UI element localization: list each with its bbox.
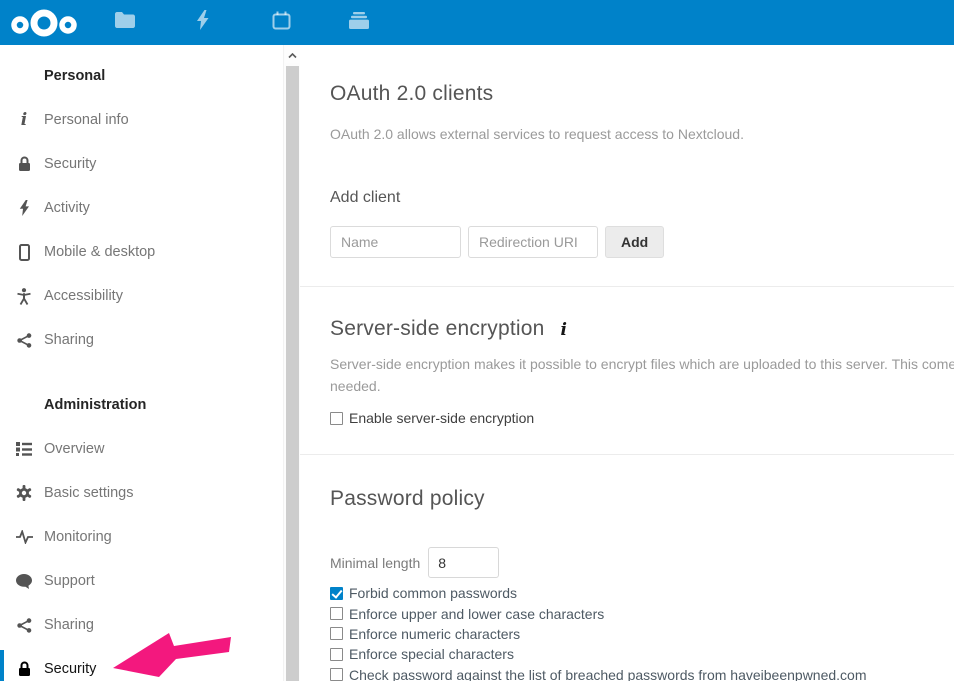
sidebar-item-sharing-admin[interactable]: Sharing <box>0 603 300 647</box>
sidebar-item-accessibility[interactable]: Accessibility <box>0 274 300 318</box>
checkbox-label: Forbid common passwords <box>349 585 517 601</box>
lock-icon <box>15 660 33 678</box>
enforce-numeric-checkbox[interactable] <box>330 627 343 640</box>
sidebar-item-security-personal[interactable]: Security <box>0 142 300 186</box>
nextcloud-settings-window: Personal i Personal info Security Activi… <box>0 0 954 681</box>
client-name-input[interactable] <box>330 226 461 258</box>
enforce-case-row[interactable]: Enforce upper and lower case characters <box>330 603 954 623</box>
sidebar-item-monitoring[interactable]: Monitoring <box>0 515 300 559</box>
lock-icon <box>15 155 33 173</box>
enforce-case-checkbox[interactable] <box>330 607 343 620</box>
sidebar-item-label: Support <box>44 573 95 589</box>
check-breached-checkbox[interactable] <box>330 668 343 681</box>
enable-encryption-checkbox[interactable] <box>330 412 343 425</box>
add-client-heading: Add client <box>330 189 954 207</box>
sidebar-item-label: Mobile & desktop <box>44 244 155 260</box>
sidebar-item-label: Sharing <box>44 617 94 633</box>
enforce-special-row[interactable]: Enforce special characters <box>330 644 954 664</box>
top-header-bar <box>0 0 954 45</box>
checkbox-label: Check password against the list of breac… <box>349 667 867 681</box>
forbid-common-passwords-checkbox[interactable] <box>330 587 343 600</box>
info-icon[interactable]: i <box>561 322 567 339</box>
scrollbar-thumb[interactable] <box>286 66 299 681</box>
encryption-hint-line1: Server-side encryption makes it possible… <box>330 354 954 376</box>
sidebar-item-label: Sharing <box>44 332 94 348</box>
stack-icon <box>349 12 369 34</box>
sidebar-item-basic-settings[interactable]: Basic settings <box>0 471 300 515</box>
oauth-section: OAuth 2.0 clients OAuth 2.0 allows exter… <box>300 45 954 287</box>
nextcloud-logo[interactable] <box>10 3 80 43</box>
list-icon <box>15 440 33 458</box>
activity-app-button[interactable] <box>178 0 228 45</box>
oauth-hint: OAuth 2.0 allows external services to re… <box>330 123 954 145</box>
app-icon-row <box>100 0 384 45</box>
folder-icon <box>115 12 135 33</box>
minimal-length-label: Minimal length <box>330 555 420 571</box>
settings-content: OAuth 2.0 clients OAuth 2.0 allows exter… <box>300 45 954 681</box>
checkbox-label: Enforce special characters <box>349 646 514 662</box>
pulse-icon <box>15 528 33 546</box>
sidebar-item-overview[interactable]: Overview <box>0 427 300 471</box>
chevron-up-icon <box>288 46 297 64</box>
calendar-icon <box>272 11 291 35</box>
settings-sidebar: Personal i Personal info Security Activi… <box>0 45 300 681</box>
gear-icon <box>15 484 33 502</box>
check-breached-row[interactable]: Check password against the list of breac… <box>330 665 954 681</box>
lightning-icon <box>15 199 33 217</box>
lightning-icon <box>196 10 210 35</box>
share-icon <box>15 331 33 349</box>
sidebar-item-activity[interactable]: Activity <box>0 186 300 230</box>
sidebar-item-label: Monitoring <box>44 529 112 545</box>
forbid-common-passwords-row[interactable]: Forbid common passwords <box>330 583 954 603</box>
files-app-button[interactable] <box>100 0 150 45</box>
sidebar-scrollbar[interactable] <box>283 45 300 681</box>
add-client-button[interactable]: Add <box>605 226 664 258</box>
sidebar-item-mobile-desktop[interactable]: Mobile & desktop <box>0 230 300 274</box>
enforce-special-checkbox[interactable] <box>330 648 343 661</box>
sidebar-item-label: Basic settings <box>44 485 133 501</box>
sidebar-item-sharing-personal[interactable]: Sharing <box>0 318 300 362</box>
chat-bubble-icon <box>15 572 33 590</box>
enforce-numeric-row[interactable]: Enforce numeric characters <box>330 624 954 644</box>
sidebar-item-label: Personal info <box>44 112 129 128</box>
scrollbar-up-button[interactable] <box>285 47 300 63</box>
sidebar-item-label: Security <box>44 156 96 172</box>
calendar-app-button[interactable] <box>256 0 306 45</box>
sidebar-item-personal-info[interactable]: i Personal info <box>0 98 300 142</box>
encryption-section: Server-side encryption i Server-side enc… <box>300 287 954 455</box>
encryption-hint-line2: needed. <box>330 376 954 398</box>
share-icon <box>15 616 33 634</box>
sidebar-item-label: Activity <box>44 200 90 216</box>
password-policy-section: Password policy Minimal length Forbid co… <box>300 455 954 681</box>
checkbox-label: Enforce upper and lower case characters <box>349 606 604 622</box>
encryption-title: Server-side encryption <box>330 317 545 341</box>
enable-encryption-label: Enable server-side encryption <box>349 410 534 426</box>
add-client-form: Add <box>330 226 954 258</box>
enable-encryption-checkbox-row[interactable]: Enable server-side encryption <box>330 408 954 428</box>
sidebar-section-personal: Personal <box>0 54 300 98</box>
sidebar-item-label: Accessibility <box>44 288 123 304</box>
sidebar-item-label: Overview <box>44 441 104 457</box>
info-icon: i <box>15 111 33 129</box>
sidebar-item-label: Security <box>44 661 96 677</box>
minimal-length-row: Minimal length <box>330 547 954 578</box>
minimal-length-input[interactable] <box>428 547 499 578</box>
accessibility-icon <box>15 287 33 305</box>
password-policy-title: Password policy <box>330 487 954 511</box>
redirection-uri-input[interactable] <box>468 226 598 258</box>
sidebar-section-administration: Administration <box>0 383 300 427</box>
sidebar-item-security-admin[interactable]: Security <box>0 647 300 681</box>
deck-app-button[interactable] <box>334 0 384 45</box>
phone-icon <box>15 243 33 261</box>
sidebar-item-support[interactable]: Support <box>0 559 300 603</box>
checkbox-label: Enforce numeric characters <box>349 626 520 642</box>
oauth-title: OAuth 2.0 clients <box>330 82 954 106</box>
